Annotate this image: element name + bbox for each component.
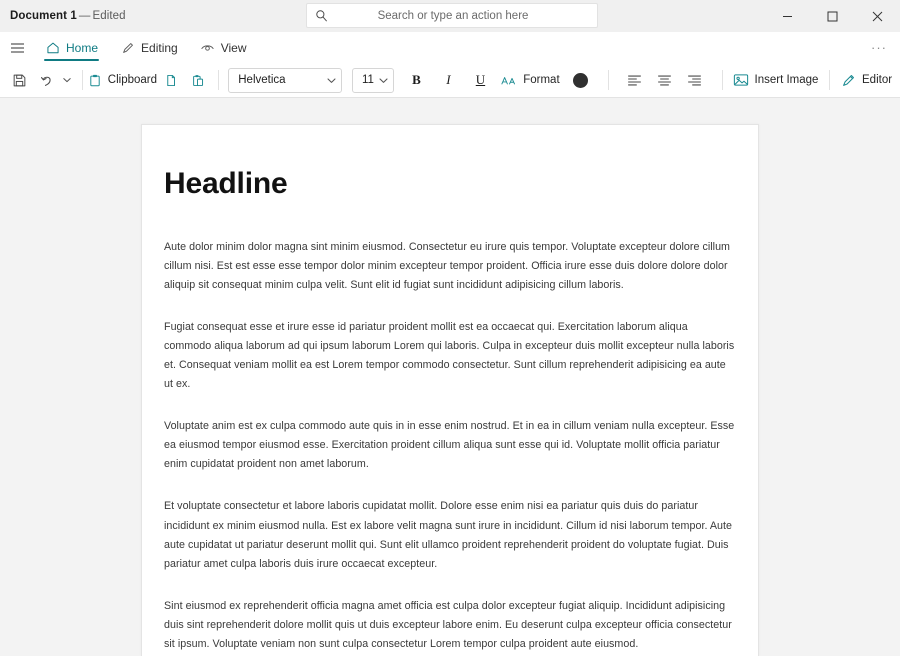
- eye-icon: [200, 40, 215, 55]
- font-family-value: Helvetica: [238, 74, 286, 86]
- insert-image-label: Insert Image: [754, 74, 819, 86]
- close-button[interactable]: [855, 0, 900, 32]
- tab-view[interactable]: View: [189, 32, 258, 63]
- document-body[interactable]: Headline Aute dolor minim dolor magna si…: [164, 167, 736, 654]
- toolbar-divider: [829, 70, 831, 90]
- align-center-button[interactable]: [651, 67, 678, 94]
- home-icon: [45, 40, 60, 55]
- undo-button[interactable]: [33, 67, 60, 94]
- document-paragraph: Et voluptate consectetur et labore labor…: [164, 500, 733, 570]
- tab-home-label: Home: [66, 40, 99, 55]
- document-paragraph: Sint eiusmod ex reprehenderit officia ma…: [164, 599, 732, 650]
- window-controls: [765, 0, 900, 32]
- format-button[interactable]: Format: [501, 67, 561, 94]
- ribbon-toolbar: Clipboard Helvetica 11 B I U Format Inse…: [0, 63, 900, 98]
- underline-label: U: [475, 72, 486, 87]
- toolbar-divider: [721, 70, 723, 90]
- font-size-icon: [501, 73, 517, 87]
- toolbar-divider: [218, 70, 220, 90]
- clipboard-label: Clipboard: [107, 74, 158, 86]
- chevron-down-icon: [322, 75, 337, 86]
- document-paragraph: Aute dolor minim dolor magna sint minim …: [164, 241, 731, 292]
- title-dash: —: [78, 10, 91, 22]
- italic-label: I: [446, 72, 451, 87]
- chevron-down-icon: [374, 75, 389, 86]
- maximize-button[interactable]: [810, 0, 855, 32]
- paste-button[interactable]: [184, 67, 211, 94]
- editor-label: Editor: [862, 74, 893, 86]
- font-family-select[interactable]: Helvetica: [228, 67, 343, 93]
- undo-arrow-icon: [39, 73, 55, 88]
- save-floppy-icon: [12, 73, 27, 88]
- align-center-icon: [657, 74, 672, 87]
- insert-image-button[interactable]: Insert Image: [733, 67, 818, 94]
- font-size-select[interactable]: 11: [352, 67, 394, 93]
- document-page[interactable]: Headline Aute dolor minim dolor magna si…: [141, 124, 759, 656]
- format-label: Format: [523, 74, 560, 86]
- minimize-button[interactable]: [765, 0, 810, 32]
- align-left-icon: [627, 74, 642, 87]
- align-right-button[interactable]: [681, 67, 708, 94]
- align-left-button[interactable]: [621, 67, 648, 94]
- pencil-icon: [841, 73, 856, 88]
- title-bar: Document 1— Edited Search or type an acti…: [0, 0, 900, 32]
- font-size-value: 11: [362, 74, 374, 86]
- clipboard-icon: [88, 73, 102, 88]
- bold-button[interactable]: B: [403, 67, 430, 94]
- toolbar-divider: [607, 70, 609, 90]
- toolbar-divider: [81, 70, 83, 90]
- save-button[interactable]: [6, 67, 33, 94]
- tab-editing-label: Editing: [141, 40, 178, 55]
- document-headline: Headline: [164, 167, 288, 200]
- tab-view-label: View: [220, 40, 247, 55]
- document-paragraph: Voluptate anim est ex culpa commodo aute…: [164, 420, 735, 471]
- picture-icon: [733, 73, 749, 87]
- pencil-icon: [120, 40, 135, 55]
- copy-icon: [164, 73, 178, 88]
- editor-button[interactable]: Editor: [841, 67, 894, 94]
- copy-button[interactable]: [157, 67, 184, 94]
- search-icon: [307, 9, 335, 22]
- ribbon-overflow-button[interactable]: ···: [864, 32, 894, 63]
- bold-label: B: [412, 72, 421, 87]
- italic-button[interactable]: I: [435, 67, 462, 94]
- paste-icon: [191, 73, 205, 88]
- font-color-swatch: [572, 72, 588, 88]
- search-input[interactable]: Search or type an action here: [306, 3, 598, 28]
- undo-more-button[interactable]: [60, 67, 75, 94]
- window-title: Document 1— Edited: [0, 10, 126, 22]
- clipboard-button[interactable]: Clipboard: [90, 67, 158, 94]
- ribbon-tab-bar: Home Editing View ···: [0, 32, 900, 63]
- align-right-icon: [687, 74, 702, 87]
- underline-button[interactable]: U: [467, 67, 494, 94]
- document-paragraph: Fugiat consequat esse et irure esse id p…: [164, 321, 735, 391]
- font-color-button[interactable]: [567, 67, 594, 94]
- document-status: Edited: [92, 10, 126, 22]
- tab-home[interactable]: Home: [34, 32, 109, 63]
- hamburger-menu-icon[interactable]: [0, 32, 34, 63]
- tab-editing[interactable]: Editing: [109, 32, 189, 63]
- document-canvas: Headline Aute dolor minim dolor magna si…: [0, 98, 900, 656]
- app-window: Document 1— Edited Search or type an acti…: [0, 0, 900, 656]
- search-placeholder: Search or type an action here: [377, 9, 529, 22]
- document-name: Document 1: [10, 10, 77, 22]
